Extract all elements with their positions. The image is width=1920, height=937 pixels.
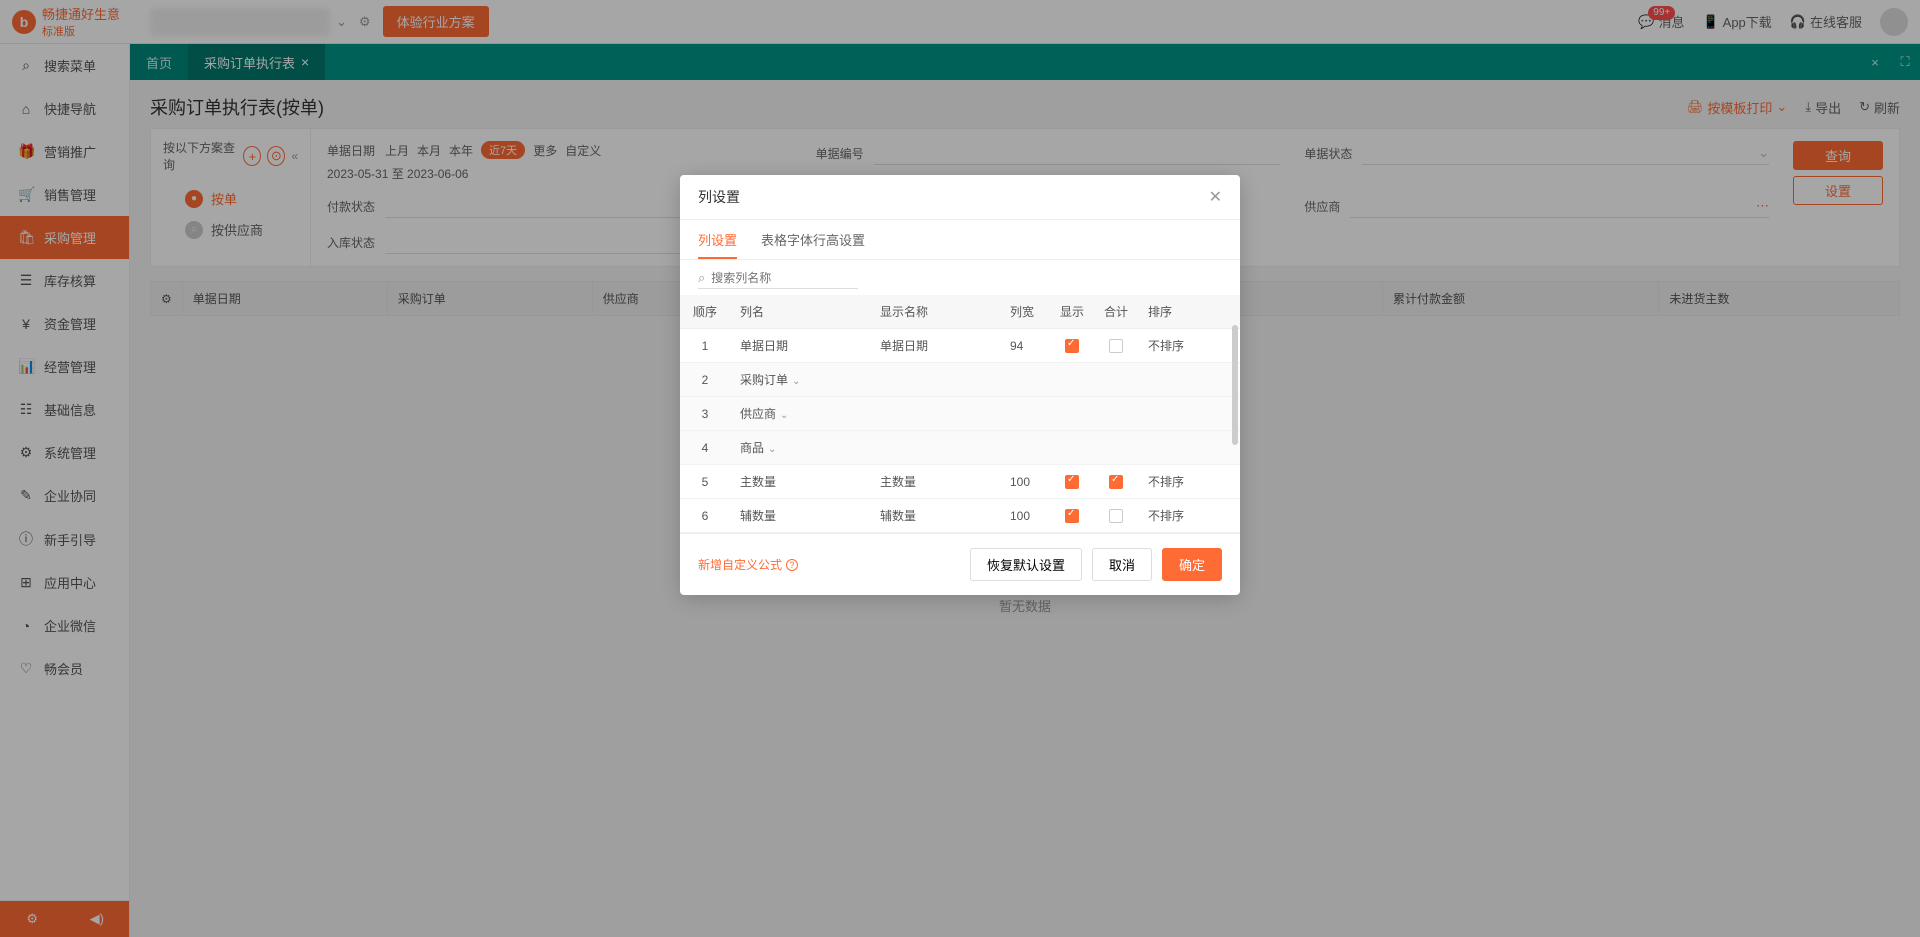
total-checkbox[interactable] (1109, 475, 1123, 489)
cell-width: 100 (1000, 499, 1050, 533)
cell-idx: 6 (680, 499, 730, 533)
modal-title: 列设置 (698, 187, 740, 207)
show-checkbox[interactable] (1065, 339, 1079, 353)
th-display: 显示名称 (870, 295, 1000, 329)
cancel-button[interactable]: 取消 (1092, 548, 1152, 581)
column-search-input[interactable] (711, 271, 866, 285)
cell-name: 主数量 (730, 465, 870, 499)
column-row[interactable]: 5主数量主数量100不排序 (680, 465, 1240, 499)
column-row[interactable]: 3供应商⌄ (680, 397, 1240, 431)
column-row[interactable]: 1单据日期单据日期94不排序 (680, 329, 1240, 363)
scrollbar[interactable] (1232, 325, 1238, 445)
close-icon[interactable]: ✕ (1209, 187, 1222, 207)
cell-width: 100 (1000, 465, 1050, 499)
cell-width (1000, 397, 1050, 431)
cell-idx: 2 (680, 363, 730, 397)
cell-display: 辅数量 (870, 499, 1000, 533)
cell-width (1000, 431, 1050, 465)
confirm-button[interactable]: 确定 (1162, 548, 1222, 581)
total-checkbox[interactable] (1109, 509, 1123, 523)
th-name: 列名 (730, 295, 870, 329)
column-settings-modal: 列设置 ✕ 列设置 表格字体行高设置 ⌕ 顺序 列名 显示名称 列宽 (680, 175, 1240, 595)
column-config-table: 顺序 列名 显示名称 列宽 显示 合计 排序 1单据日期单据日期94不排序2采购… (680, 295, 1240, 533)
th-order: 顺序 (680, 295, 730, 329)
add-formula-label: 新增自定义公式 (698, 556, 782, 573)
cell-name: 包装数量 (730, 533, 870, 534)
search-icon: ⌕ (698, 270, 705, 286)
cell-idx: 7 (680, 533, 730, 534)
column-row[interactable]: 4商品⌄ (680, 431, 1240, 465)
cell-display: 单据日期 (870, 329, 1000, 363)
restore-default-button[interactable]: 恢复默认设置 (970, 548, 1082, 581)
cell-name: 采购订单⌄ (730, 363, 870, 397)
th-width: 列宽 (1000, 295, 1050, 329)
cell-width (1000, 363, 1050, 397)
cell-display (870, 431, 1000, 465)
cell-idx: 1 (680, 329, 730, 363)
modal-tab-columns[interactable]: 列设置 (698, 230, 737, 259)
th-sort: 排序 (1138, 295, 1240, 329)
cell-display (870, 397, 1000, 431)
cell-idx: 5 (680, 465, 730, 499)
cell-idx: 3 (680, 397, 730, 431)
cell-sort: 不排序 (1138, 465, 1240, 499)
column-row[interactable]: 6辅数量辅数量100不排序 (680, 499, 1240, 533)
cell-name: 商品⌄ (730, 431, 870, 465)
chevron-down-icon[interactable]: ⌄ (792, 376, 800, 387)
cell-sort: 不排序 (1138, 329, 1240, 363)
cell-idx: 4 (680, 431, 730, 465)
chevron-down-icon[interactable]: ⌄ (780, 410, 788, 421)
th-show: 显示 (1050, 295, 1094, 329)
cell-name: 辅数量 (730, 499, 870, 533)
cell-sort: 不排序 (1138, 533, 1240, 534)
cell-name: 单据日期 (730, 329, 870, 363)
total-checkbox[interactable] (1109, 339, 1123, 353)
cell-width: 100 (1000, 533, 1050, 534)
show-checkbox[interactable] (1065, 475, 1079, 489)
cell-display (870, 363, 1000, 397)
show-checkbox[interactable] (1065, 509, 1079, 523)
cell-width: 94 (1000, 329, 1050, 363)
add-formula-link[interactable]: 新增自定义公式 ? (698, 556, 798, 573)
cell-sort (1138, 397, 1240, 431)
modal-overlay: 列设置 ✕ 列设置 表格字体行高设置 ⌕ 顺序 列名 显示名称 列宽 (0, 0, 1920, 937)
column-row[interactable]: 7包装数量包装数量100不排序 (680, 533, 1240, 534)
modal-tab-font[interactable]: 表格字体行高设置 (761, 230, 865, 259)
column-row[interactable]: 2采购订单⌄ (680, 363, 1240, 397)
chevron-down-icon[interactable]: ⌄ (768, 444, 776, 455)
cell-display: 主数量 (870, 465, 1000, 499)
cell-name: 供应商⌄ (730, 397, 870, 431)
cell-display: 包装数量 (870, 533, 1000, 534)
cell-sort (1138, 431, 1240, 465)
help-icon: ? (786, 559, 798, 571)
cell-sort: 不排序 (1138, 499, 1240, 533)
cell-sort (1138, 363, 1240, 397)
th-total: 合计 (1094, 295, 1138, 329)
